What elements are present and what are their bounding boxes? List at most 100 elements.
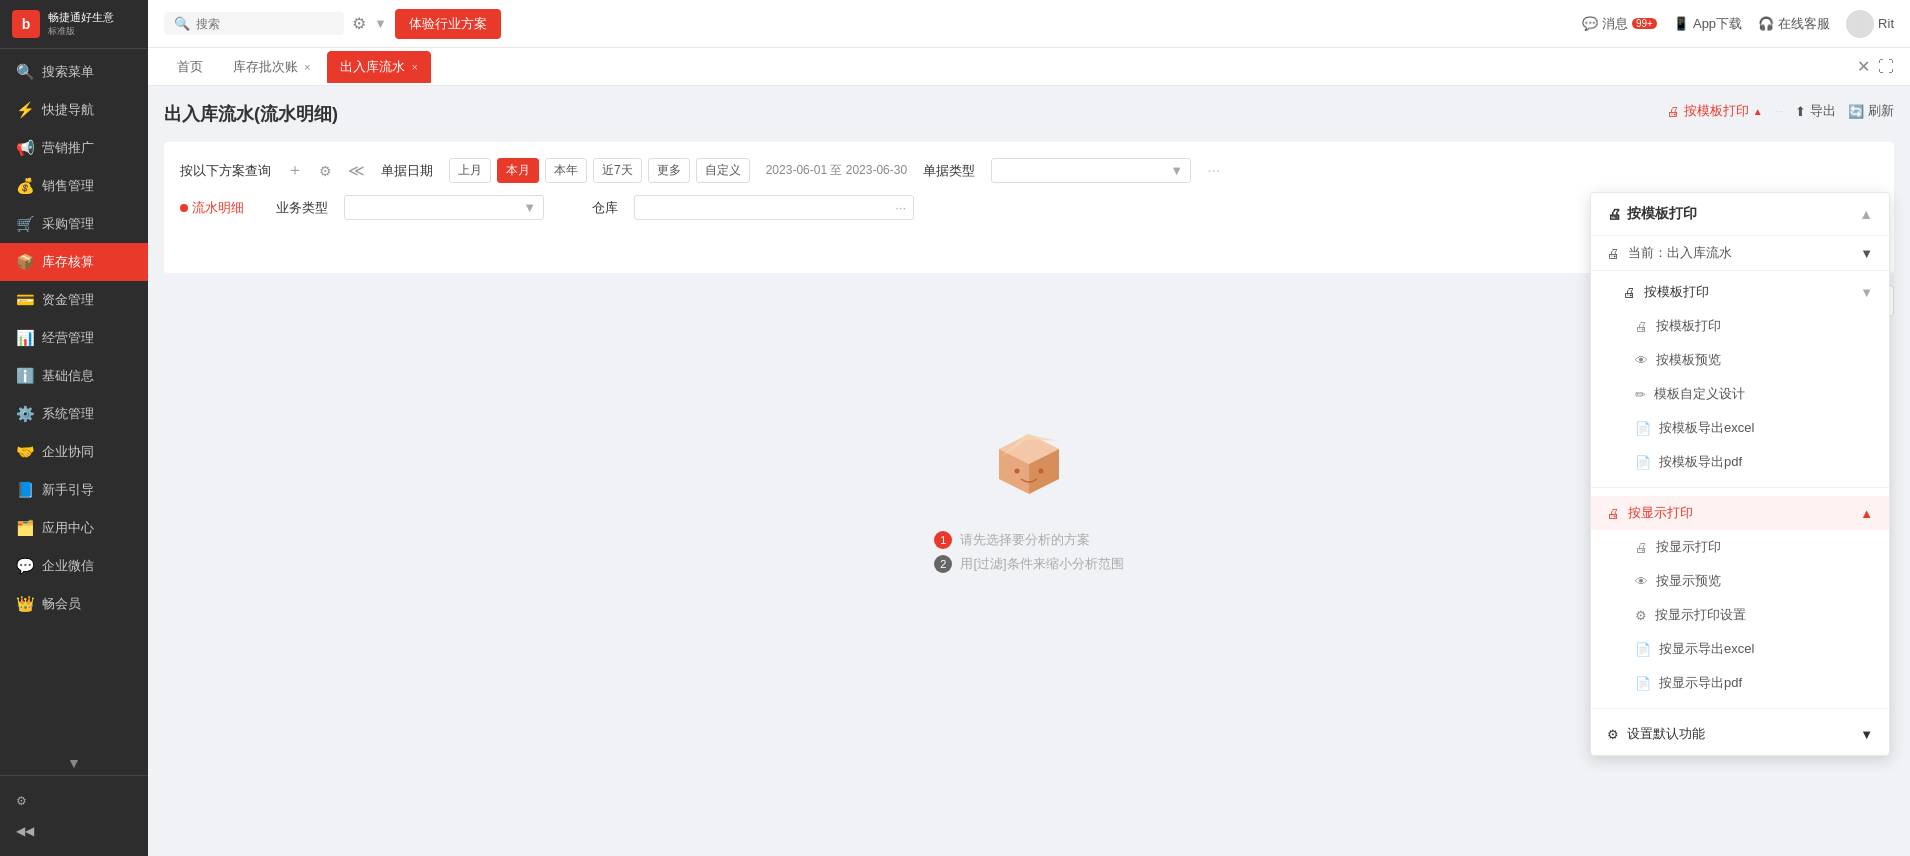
filter-add-icon[interactable]: ＋ [287,160,303,181]
avatar [1846,10,1874,38]
export-icon: ⬆ [1795,104,1806,119]
separator: ··· [1775,106,1783,117]
customer-service-label: 在线客服 [1778,15,1830,33]
dropdown-item-template-pdf[interactable]: 📄 按模板导出pdf [1591,445,1889,479]
topbar-dropdown-icon[interactable]: ▼ [374,16,387,31]
sidebar-collapse[interactable]: ◀◀ [0,816,148,846]
date-btn-last-7[interactable]: 近7天 [593,158,642,183]
sidebar-item-sales[interactable]: 💰 销售管理 [0,167,148,205]
tab-close-window[interactable]: ✕ [1857,57,1870,76]
refresh-icon: 🔄 [1848,104,1864,119]
sidebar-item-finance[interactable]: 💳 资金管理 [0,281,148,319]
template-print-header[interactable]: 🖨 按模板打印 ▼ [1591,275,1889,309]
tab-maximize[interactable]: ⛶ [1878,58,1894,76]
scroll-down-button[interactable]: ▼ [67,755,81,771]
tab-label: 库存批次账 [233,58,298,76]
sidebar-item-inventory[interactable]: 📦 库存核算 [0,243,148,281]
sales-icon: 💰 [16,177,34,195]
topbar-settings-icon[interactable]: ⚙ [352,14,366,33]
date-btn-more[interactable]: 更多 [648,158,690,183]
print-template-button[interactable]: 🖨 按模板打印 ▲ [1667,102,1763,120]
printer-icon: 🖨 [1667,104,1680,119]
dropdown-item-display-pdf[interactable]: 📄 按显示导出pdf [1591,666,1889,700]
dropdown-item-display-preview[interactable]: 👁 按显示预览 [1591,564,1889,598]
tab-inventory-batch[interactable]: 库存批次账 × [220,51,323,83]
excel-icon: 📄 [1635,421,1651,436]
content-area: 出入库流水(流水明细) 🖨 按模板打印 ▲ ··· ⬆ 导出 🔄 刷新 [148,86,1910,856]
filter-settings-icon[interactable]: ⚙ [319,163,332,179]
sidebar-settings[interactable]: ⚙ [0,786,148,816]
app-download-button[interactable]: 📱 App下载 [1673,15,1742,33]
sidebar-item-app-center[interactable]: 🗂️ 应用中心 [0,509,148,547]
dropdown-chevron-up[interactable]: ▲ [1859,206,1873,222]
empty-step-1: 1 请先选择要分析的方案 [934,531,1123,549]
dropdown-item-display-excel[interactable]: 📄 按显示导出excel [1591,632,1889,666]
sidebar-item-cooperation[interactable]: 🤝 企业协同 [0,433,148,471]
doc-type-select[interactable] [991,158,1191,183]
date-btn-custom[interactable]: 自定义 [696,158,750,183]
topbar-search-box[interactable]: 🔍 [164,12,344,35]
search-input[interactable] [196,17,316,31]
sidebar-item-operations[interactable]: 📊 经营管理 [0,319,148,357]
empty-icon [979,409,1079,509]
tab-close-flow-detail[interactable]: × [411,61,417,73]
preview-icon: 👁 [1635,574,1648,589]
user-avatar-area[interactable]: Rit [1846,10,1894,38]
dropdown-item-display-print[interactable]: 🖨 按显示打印 [1591,530,1889,564]
collapse-icon: ◀◀ [16,824,34,838]
sidebar-bottom: ⚙ ◀◀ [0,775,148,856]
item-label: 按显示导出pdf [1659,674,1742,692]
tab-close-inventory-batch[interactable]: × [304,61,310,73]
dropdown-item-template-excel[interactable]: 📄 按模板导出excel [1591,411,1889,445]
message-button[interactable]: 💬 消息 99+ [1582,15,1657,33]
warehouse-label: 仓库 [592,199,618,217]
date-btn-current-month[interactable]: 本月 [497,158,539,183]
business-type-select[interactable] [344,195,544,220]
warehouse-input[interactable] [634,195,914,220]
current-template-chevron[interactable]: ▼ [1860,246,1873,261]
default-settings-header[interactable]: ⚙ 设置默认功能 ▼ [1591,717,1889,751]
sidebar-item-system[interactable]: ⚙️ 系统管理 [0,395,148,433]
dropdown-item-template-preview[interactable]: 👁 按模板预览 [1591,343,1889,377]
sidebar-item-wechat[interactable]: 💬 企业微信 [0,547,148,585]
date-btn-current-year[interactable]: 本年 [545,158,587,183]
sidebar-item-label: 企业微信 [42,557,94,575]
guide-icon: 📘 [16,481,34,499]
sidebar-item-basic-info[interactable]: ℹ️ 基础信息 [0,357,148,395]
dropdown-divider-2 [1591,708,1889,709]
topbar: 🔍 ⚙ ▼ 体验行业方案 💬 消息 99+ 📱 App下载 🎧 [148,0,1910,48]
filter-collapse-icon[interactable]: ≪ [348,161,365,180]
export-button[interactable]: ⬆ 导出 [1795,102,1836,120]
warehouse-more-icon[interactable]: ··· [895,200,906,215]
sidebar-scroll-down[interactable]: ▼ [0,751,148,775]
sidebar-item-guide[interactable]: 📘 新手引导 [0,471,148,509]
refresh-button[interactable]: 🔄 刷新 [1848,102,1894,120]
dropdown-item-template-custom[interactable]: ✏ 模板自定义设计 [1591,377,1889,411]
trial-button[interactable]: 体验行业方案 [395,9,501,39]
date-btn-last-month[interactable]: 上月 [449,158,491,183]
dropdown-header-content: 🖨 按模板打印 [1607,205,1697,223]
tabbar: 首页 库存批次账 × 出入库流水 × ✕ ⛶ [148,48,1910,86]
customer-service-button[interactable]: 🎧 在线客服 [1758,15,1830,33]
dropdown-item-template-print[interactable]: 🖨 按模板打印 [1591,309,1889,343]
sidebar-item-search[interactable]: 🔍 搜索菜单 [0,53,148,91]
sidebar-item-label: 企业协同 [42,443,94,461]
tab-flow-detail[interactable]: 出入库流水 × [327,51,430,83]
settings-icon: ⚙ [1635,608,1647,623]
tab-home[interactable]: 首页 [164,51,216,83]
sidebar-item-marketing[interactable]: 📢 营销推广 [0,129,148,167]
flow-detail-tag[interactable]: 流水明细 [180,199,244,217]
doc-type-more-icon[interactable]: ··· [1207,162,1220,180]
dropdown-item-display-settings[interactable]: ⚙ 按显示打印设置 [1591,598,1889,632]
warehouse-select-wrapper: ··· [634,195,914,220]
sidebar-item-label: 搜索菜单 [42,63,94,81]
sidebar-item-member[interactable]: 👑 畅会员 [0,585,148,623]
finance-icon: 💳 [16,291,34,309]
sidebar-item-quick-nav[interactable]: ⚡ 快捷导航 [0,91,148,129]
inventory-icon: 📦 [16,253,34,271]
sidebar-item-purchase[interactable]: 🛒 采购管理 [0,205,148,243]
app-download-icon: 📱 [1673,16,1689,31]
display-print-header[interactable]: 🖨 按显示打印 ▲ [1591,496,1889,530]
logo-icon: b [12,10,40,38]
business-type-select-wrapper: ▼ [344,195,544,220]
